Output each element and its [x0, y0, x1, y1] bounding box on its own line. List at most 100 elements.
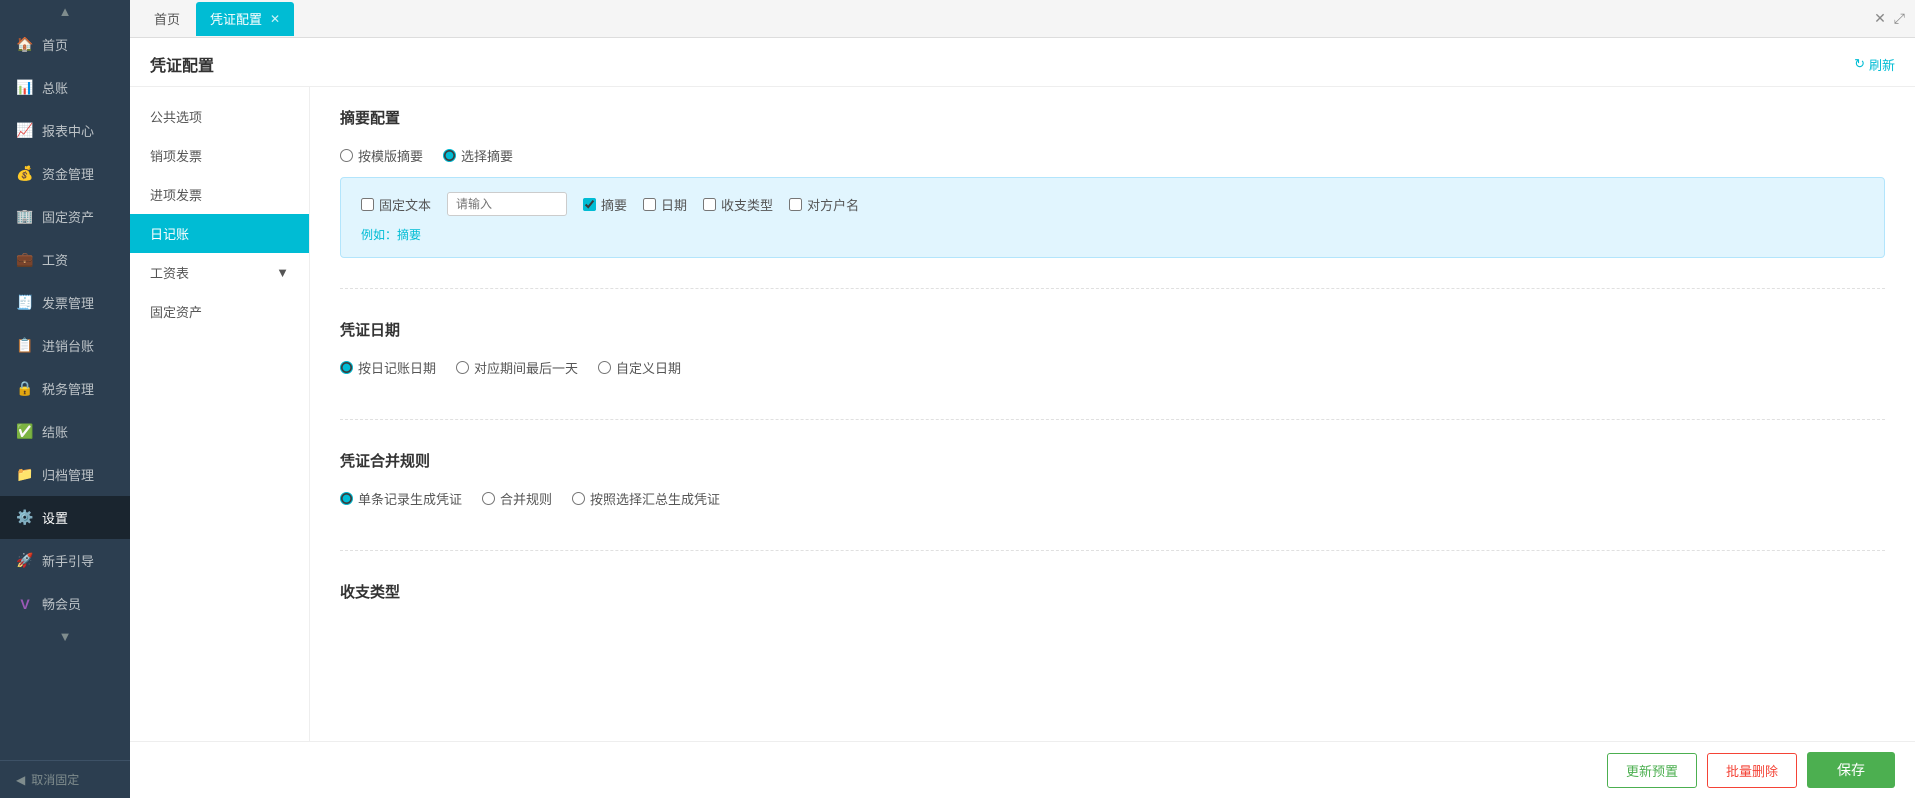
select-summary-option[interactable]: 按照选择汇总生成凭证: [572, 489, 720, 508]
right-content: 摘要配置 按模版摘要 选择摘要: [310, 87, 1915, 741]
guide-icon: 🚀: [16, 552, 34, 570]
counterpart-checkbox[interactable]: [789, 198, 802, 211]
abstract-checkbox-label[interactable]: 摘要: [583, 195, 627, 214]
sidebar-item-tax[interactable]: 🔒 税务管理: [0, 367, 130, 410]
summary-mode-row: 按模版摘要 选择摘要: [340, 146, 1885, 165]
tab-bar: 首页 凭证配置 ✕ ✕ ⤢: [130, 0, 1915, 38]
merge-rules-title: 凭证合并规则: [340, 450, 1885, 471]
main-area: 首页 凭证配置 ✕ ✕ ⤢ 凭证配置 ↻ 刷新 公共选项: [130, 0, 1915, 798]
left-nav: 公共选项 销项发票 进项发票 日记账 工资表 ▼ 固定资产: [130, 87, 310, 741]
custom-date-option[interactable]: 自定义日期: [598, 358, 681, 377]
close-accounts-icon: ✅: [16, 423, 34, 441]
select-mode-option[interactable]: 选择摘要: [443, 146, 513, 165]
abstract-checkbox[interactable]: [583, 198, 596, 211]
summary-checkboxes-row: 固定文本 摘要 日期: [361, 192, 1864, 216]
sales-ledger-icon: 📋: [16, 337, 34, 355]
nav-purchase-invoice[interactable]: 进项发票: [130, 175, 309, 214]
fixed-text-checkbox-label[interactable]: 固定文本: [361, 195, 431, 214]
sidebar-item-invoice-mgr[interactable]: 🧾 发票管理: [0, 281, 130, 324]
update-preview-button[interactable]: 更新预置: [1607, 753, 1697, 788]
date-checkbox-label[interactable]: 日期: [643, 195, 687, 214]
summary-example: 例如：摘要: [361, 226, 1864, 243]
period-last-day-radio[interactable]: [456, 361, 469, 374]
nav-journal[interactable]: 日记账: [130, 214, 309, 253]
page-content: 凭证配置 ↻ 刷新 公共选项 销项发票 进项发票 日记账: [130, 38, 1915, 798]
single-record-option[interactable]: 单条记录生成凭证: [340, 489, 462, 508]
sidebar-item-archive[interactable]: 📁 归档管理: [0, 453, 130, 496]
nav-sales-invoice[interactable]: 销项发票: [130, 136, 309, 175]
ledger-icon: 📊: [16, 79, 34, 97]
single-record-radio[interactable]: [340, 492, 353, 505]
sidebar: ▲ 🏠 首页 📊 总账 📈 报表中心 💰 资金管理 🏢 固定资产 💼 工资 🧾 …: [0, 0, 130, 798]
sidebar-scroll-up[interactable]: ▲: [0, 0, 130, 23]
salary-icon: 💼: [16, 251, 34, 269]
income-type-checkbox[interactable]: [703, 198, 716, 211]
merge-rules-section: 凭证合并规则 单条记录生成凭证 合并规则 按照选择汇总生成凭证: [340, 450, 1885, 551]
sidebar-item-home[interactable]: 🏠 首页: [0, 23, 130, 66]
refresh-button[interactable]: ↻ 刷新: [1854, 55, 1895, 74]
voucher-date-options: 按日记账日期 对应期间最后一天 自定义日期: [340, 358, 1885, 377]
template-mode-radio[interactable]: [340, 149, 353, 162]
sidebar-item-report[interactable]: 📈 报表中心: [0, 109, 130, 152]
tab-actions: ✕ ⤢: [1874, 10, 1905, 27]
invoice-mgr-icon: 🧾: [16, 294, 34, 312]
member-icon: V: [16, 595, 34, 613]
summary-config-title: 摘要配置: [340, 107, 1885, 128]
sidebar-item-guide[interactable]: 🚀 新手引导: [0, 539, 130, 582]
sidebar-item-funds[interactable]: 💰 资金管理: [0, 152, 130, 195]
template-mode-option[interactable]: 按模版摘要: [340, 146, 423, 165]
tab-voucher[interactable]: 凭证配置 ✕: [196, 2, 294, 36]
funds-icon: 💰: [16, 165, 34, 183]
sidebar-pin-button[interactable]: ◀ 取消固定: [0, 760, 130, 798]
sidebar-item-member[interactable]: V 畅会员: [0, 582, 130, 625]
batch-delete-button[interactable]: 批量删除: [1707, 753, 1797, 788]
sidebar-item-sales-ledger[interactable]: 📋 进销台账: [0, 324, 130, 367]
body-layout: 公共选项 销项发票 进项发票 日记账 工资表 ▼ 固定资产: [130, 87, 1915, 741]
period-last-day-option[interactable]: 对应期间最后一天: [456, 358, 578, 377]
fixed-text-input[interactable]: [447, 192, 567, 216]
sidebar-item-ledger[interactable]: 📊 总账: [0, 66, 130, 109]
page-header: 凭证配置 ↻ 刷新: [130, 38, 1915, 87]
sidebar-item-settings[interactable]: ⚙️ 设置: [0, 496, 130, 539]
select-mode-radio[interactable]: [443, 149, 456, 162]
tab-home[interactable]: 首页: [140, 2, 194, 36]
merge-rules-option[interactable]: 合并规则: [482, 489, 552, 508]
summary-config-section: 摘要配置 按模版摘要 选择摘要: [340, 107, 1885, 289]
income-type-checkbox-label[interactable]: 收支类型: [703, 195, 773, 214]
merge-rules-options: 单条记录生成凭证 合并规则 按照选择汇总生成凭证: [340, 489, 1885, 508]
archive-icon: 📁: [16, 466, 34, 484]
tab-close-button[interactable]: ✕: [270, 12, 280, 26]
nav-payroll[interactable]: 工资表 ▼: [130, 253, 309, 292]
income-type-title: 收支类型: [340, 581, 1885, 602]
fixed-text-checkbox[interactable]: [361, 198, 374, 211]
bottom-bar: 更新预置 批量删除 保存: [130, 741, 1915, 798]
home-icon: 🏠: [16, 36, 34, 54]
page-title: 凭证配置: [150, 52, 214, 76]
maximize-window-button[interactable]: ⤢: [1894, 10, 1905, 27]
nav-public[interactable]: 公共选项: [130, 97, 309, 136]
select-summary-radio[interactable]: [572, 492, 585, 505]
summary-config-box: 固定文本 摘要 日期: [340, 177, 1885, 258]
sidebar-item-close[interactable]: ✅ 结账: [0, 410, 130, 453]
income-type-section: 收支类型: [340, 581, 1885, 650]
date-checkbox[interactable]: [643, 198, 656, 211]
payroll-expand-icon: ▼: [276, 265, 289, 280]
voucher-date-title: 凭证日期: [340, 319, 1885, 340]
counterpart-checkbox-label[interactable]: 对方户名: [789, 195, 859, 214]
sidebar-scroll-down[interactable]: ▼: [0, 625, 130, 648]
report-icon: 📈: [16, 122, 34, 140]
refresh-icon: ↻: [1854, 56, 1865, 72]
sidebar-item-assets[interactable]: 🏢 固定资产: [0, 195, 130, 238]
merge-rules-radio[interactable]: [482, 492, 495, 505]
sidebar-item-salary[interactable]: 💼 工资: [0, 238, 130, 281]
close-window-button[interactable]: ✕: [1874, 10, 1886, 27]
assets-icon: 🏢: [16, 208, 34, 226]
pin-icon: ◀: [16, 773, 25, 787]
tax-icon: 🔒: [16, 380, 34, 398]
settings-icon: ⚙️: [16, 509, 34, 527]
nav-fixed-assets[interactable]: 固定资产: [130, 292, 309, 331]
journal-date-option[interactable]: 按日记账日期: [340, 358, 436, 377]
journal-date-radio[interactable]: [340, 361, 353, 374]
custom-date-radio[interactable]: [598, 361, 611, 374]
save-button[interactable]: 保存: [1807, 752, 1895, 788]
